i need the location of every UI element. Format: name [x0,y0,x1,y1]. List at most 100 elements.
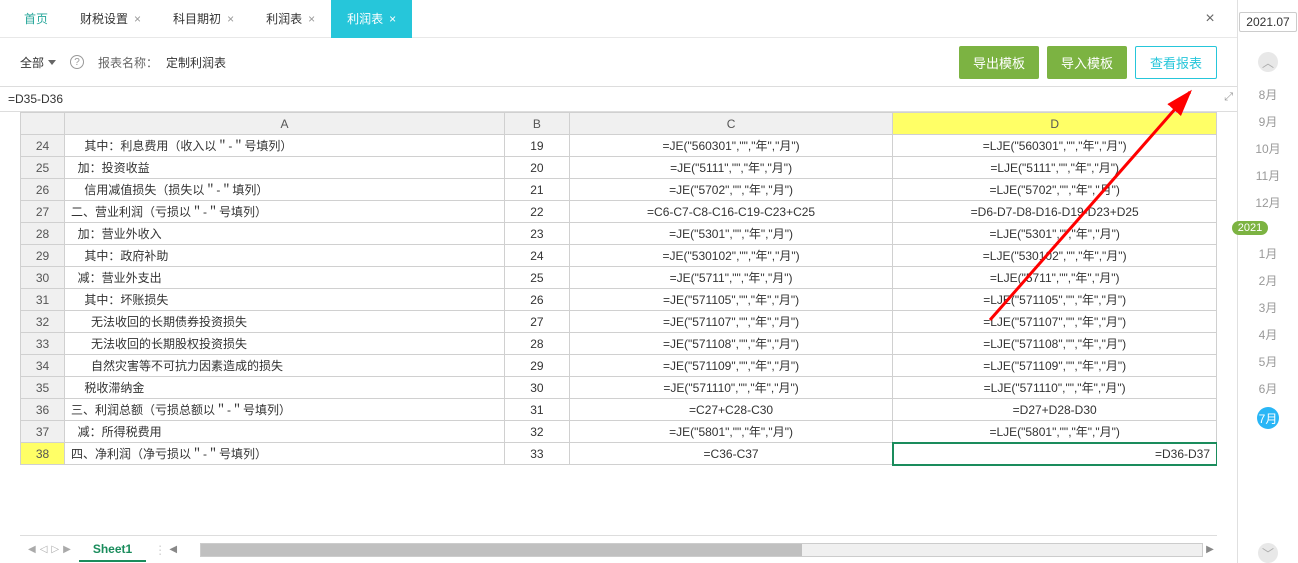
row-number[interactable]: 32 [21,311,65,333]
cell-b[interactable]: 24 [505,245,570,267]
cell-a[interactable]: 三、利润总额（亏损总额以＂-＂号填列） [65,399,505,421]
cell-a[interactable]: 信用减值损失（损失以＂-＂填列） [65,179,505,201]
cell-d[interactable]: =LJE("5111","","年","月") [893,157,1217,179]
month-item[interactable]: 5月 [1259,353,1278,370]
horizontal-scrollbar[interactable] [200,543,1203,557]
cell-c[interactable]: =JE("5111","","年","月") [569,157,893,179]
import-template-button[interactable]: 导入模板 [1047,46,1127,79]
row-number[interactable]: 27 [21,201,65,223]
cell-d[interactable]: =LJE("5702","","年","月") [893,179,1217,201]
cell-d[interactable]: =LJE("530102","","年","月") [893,245,1217,267]
tab-finance-settings[interactable]: 财税设置× [64,0,157,38]
close-icon[interactable]: × [389,12,396,26]
help-icon[interactable]: ? [70,55,84,69]
cell-c[interactable]: =JE("5702","","年","月") [569,179,893,201]
cell-a[interactable]: 四、净利润（净亏损以＂-＂号填列） [65,443,505,465]
cell-b[interactable]: 22 [505,201,570,223]
cell-c[interactable]: =C36-C37 [569,443,893,465]
expand-icon[interactable]: ⤢ [1224,91,1233,104]
spreadsheet[interactable]: A B C D 24 其中：利息费用（收入以＂-＂号填列）19=JE("5603… [20,112,1217,535]
month-item[interactable]: 1月 [1259,245,1278,262]
cell-d[interactable]: =LJE("571109","","年","月") [893,355,1217,377]
cell-b[interactable]: 26 [505,289,570,311]
cell-a[interactable]: 税收滞纳金 [65,377,505,399]
sheet-tab[interactable]: Sheet1 [79,538,146,562]
cell-d[interactable]: =D36-D37 [893,443,1217,465]
cell-b[interactable]: 23 [505,223,570,245]
cell-a[interactable]: 无法收回的长期债券投资损失 [65,311,505,333]
nav-prev-icon[interactable]: ◁ [40,544,48,555]
export-template-button[interactable]: 导出模板 [959,46,1039,79]
month-item[interactable]: 7月 [1257,407,1279,429]
cell-d[interactable]: =D6-D7-D8-D16-D19-D23+D25 [893,201,1217,223]
month-item[interactable]: 8月 [1259,86,1278,103]
tab-profit-1[interactable]: 利润表× [250,0,331,38]
row-number[interactable]: 25 [21,157,65,179]
cell-d[interactable]: =D27+D28-D30 [893,399,1217,421]
month-item[interactable]: 6月 [1259,380,1278,397]
cell-a[interactable]: 其中：坏账损失 [65,289,505,311]
month-item[interactable]: 3月 [1259,299,1278,316]
cell-b[interactable]: 21 [505,179,570,201]
cell-c[interactable]: =JE("571107","","年","月") [569,311,893,333]
cell-a[interactable]: 减：所得税费用 [65,421,505,443]
view-report-button[interactable]: 查看报表 [1135,46,1217,79]
row-number[interactable]: 35 [21,377,65,399]
cell-b[interactable]: 30 [505,377,570,399]
cell-d[interactable]: =LJE("571105","","年","月") [893,289,1217,311]
cell-a[interactable]: 自然灾害等不可抗力因素造成的损失 [65,355,505,377]
cell-c[interactable]: =JE("530102","","年","月") [569,245,893,267]
cell-a[interactable]: 其中：政府补助 [65,245,505,267]
cell-b[interactable]: 27 [505,311,570,333]
col-header-c[interactable]: C [569,113,893,135]
col-header-a[interactable]: A [65,113,505,135]
cell-b[interactable]: 28 [505,333,570,355]
cell-c[interactable]: =JE("571110","","年","月") [569,377,893,399]
scroll-down-icon[interactable]: ﹀ [1258,543,1278,563]
row-number[interactable]: 37 [21,421,65,443]
tab-subject-initial[interactable]: 科目期初× [157,0,250,38]
scroll-left-icon[interactable]: ◀ [166,544,180,555]
cell-a[interactable]: 其中：利息费用（收入以＂-＂号填列） [65,135,505,157]
row-number[interactable]: 33 [21,333,65,355]
cell-c[interactable]: =JE("571108","","年","月") [569,333,893,355]
cell-c[interactable]: =JE("560301","","年","月") [569,135,893,157]
cell-b[interactable]: 25 [505,267,570,289]
row-number[interactable]: 24 [21,135,65,157]
row-number[interactable]: 29 [21,245,65,267]
cell-a[interactable]: 加：投资收益 [65,157,505,179]
close-icon[interactable]: × [134,12,141,26]
cell-d[interactable]: =LJE("5711","","年","月") [893,267,1217,289]
cell-d[interactable]: =LJE("571108","","年","月") [893,333,1217,355]
cell-a[interactable]: 加：营业外收入 [65,223,505,245]
month-item[interactable]: 4月 [1259,326,1278,343]
close-icon[interactable]: × [308,12,315,26]
nav-first-icon[interactable]: ◀ [28,544,36,555]
formula-bar[interactable]: =D35-D36 ⤢ [0,86,1237,112]
scroll-up-icon[interactable]: ︿ [1258,52,1278,72]
cell-d[interactable]: =LJE("571110","","年","月") [893,377,1217,399]
cell-d[interactable]: =LJE("571107","","年","月") [893,311,1217,333]
cell-c[interactable]: =JE("5711","","年","月") [569,267,893,289]
close-icon[interactable]: × [227,12,234,26]
scroll-right-icon[interactable]: ▶ [1203,544,1217,555]
close-all-icon[interactable]: × [1191,0,1229,38]
row-number[interactable]: 31 [21,289,65,311]
cell-b[interactable]: 29 [505,355,570,377]
cell-d[interactable]: =LJE("5301","","年","月") [893,223,1217,245]
cell-a[interactable]: 减：营业外支出 [65,267,505,289]
nav-next-icon[interactable]: ▷ [51,544,59,555]
row-number[interactable]: 34 [21,355,65,377]
cell-b[interactable]: 20 [505,157,570,179]
scope-dropdown[interactable]: 全部 [20,54,56,71]
tab-home[interactable]: 首页 [8,0,64,38]
month-item[interactable]: 10月 [1255,140,1280,157]
cell-c[interactable]: =JE("5301","","年","月") [569,223,893,245]
cell-d[interactable]: =LJE("5801","","年","月") [893,421,1217,443]
cell-c[interactable]: =JE("571105","","年","月") [569,289,893,311]
nav-last-icon[interactable]: ▶ [63,544,71,555]
cell-b[interactable]: 31 [505,399,570,421]
cell-b[interactable]: 19 [505,135,570,157]
tab-profit-2[interactable]: 利润表× [331,0,412,38]
month-item[interactable]: 9月 [1259,113,1278,130]
